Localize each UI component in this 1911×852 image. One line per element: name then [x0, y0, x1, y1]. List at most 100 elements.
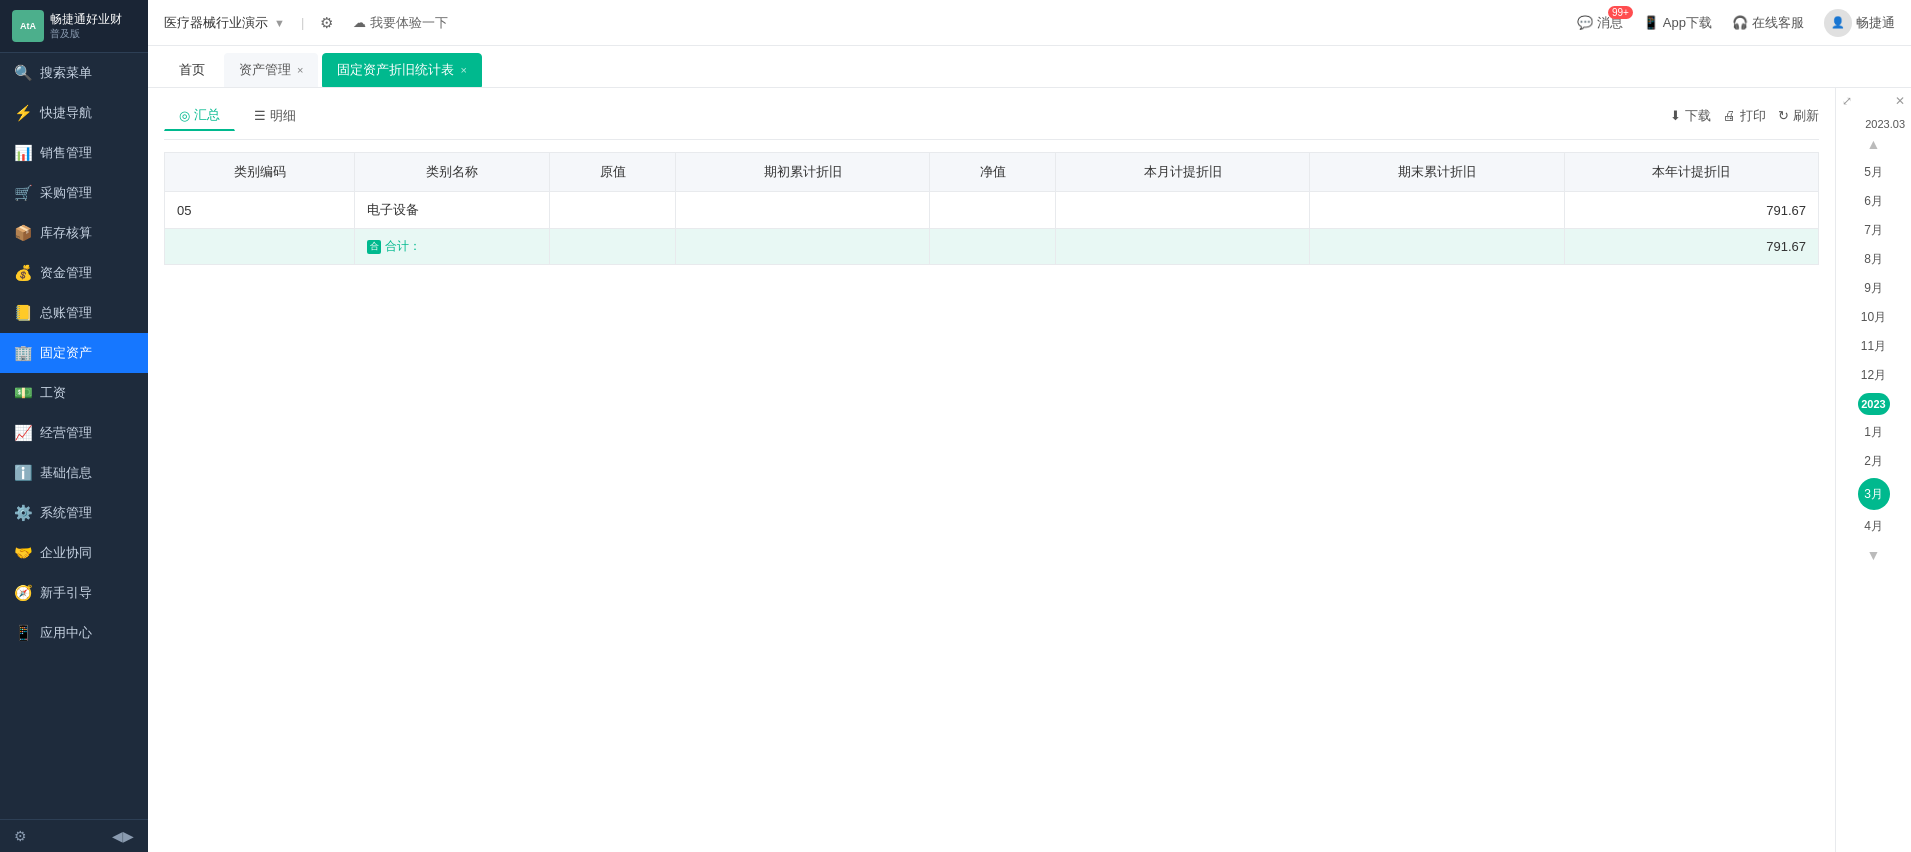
sidebar-item-fund[interactable]: 💰 资金管理 — [0, 253, 148, 293]
sales-icon: 📊 — [14, 144, 32, 162]
sidebar-label-purchase: 采购管理 — [40, 184, 92, 202]
row-monthly-depr — [1056, 192, 1310, 229]
sidebar-logo: AtA 畅捷通好业财 普及版 — [0, 0, 148, 53]
sidebar-label-guide: 新手引导 — [40, 584, 92, 602]
subtab-summary[interactable]: ◎ 汇总 — [164, 100, 235, 131]
sidebar-item-sales[interactable]: 📊 销售管理 — [0, 133, 148, 173]
settings-bottom-icon[interactable]: ⚙ — [14, 828, 27, 844]
sidebar-item-appcenter[interactable]: 📱 应用中心 — [0, 613, 148, 653]
report-area: ◎ 汇总 ☰ 明细 ⬇ 下载 🖨 打印 — [148, 88, 1835, 852]
date-month-7[interactable]: 7月 — [1864, 216, 1883, 245]
sidebar-label-quicknav: 快捷导航 — [40, 104, 92, 122]
quicknav-icon: ⚡ — [14, 104, 32, 122]
download-btn[interactable]: 📱 App下载 — [1643, 14, 1712, 32]
date-month-8[interactable]: 8月 — [1864, 245, 1883, 274]
tab-assetmgmt[interactable]: 资产管理 × — [224, 53, 318, 87]
sidebar-item-enterprise[interactable]: 🤝 企业协同 — [0, 533, 148, 573]
sidebar-item-search[interactable]: 🔍 搜索菜单 — [0, 53, 148, 93]
sidebar: AtA 畅捷通好业财 普及版 🔍 搜索菜单 ⚡ 快捷导航 📊 销售管理 🛒 采购… — [0, 0, 148, 852]
message-btn[interactable]: 💬 消息 99+ — [1577, 14, 1623, 32]
subtotal-label-text: 合计： — [385, 238, 421, 255]
sysmanage-icon: ⚙️ — [14, 504, 32, 522]
sidebar-item-purchase[interactable]: 🛒 采购管理 — [0, 173, 148, 213]
sidebar-item-inventory[interactable]: 📦 库存核算 — [0, 213, 148, 253]
summary-icon: ◎ — [179, 108, 190, 123]
sidebar-item-basicinfo[interactable]: ℹ️ 基础信息 — [0, 453, 148, 493]
sidebar-item-payroll[interactable]: 💵 工资 — [0, 373, 148, 413]
date-month-4[interactable]: 4月 — [1864, 512, 1883, 541]
sidebar-label-operations: 经营管理 — [40, 424, 92, 442]
sidebar-item-quicknav[interactable]: ⚡ 快捷导航 — [0, 93, 148, 133]
sidebar-label-inventory: 库存核算 — [40, 224, 92, 242]
col-header-opening-depr: 期初累计折旧 — [675, 153, 929, 192]
col-header-original: 原值 — [550, 153, 676, 192]
topbar: 医疗器械行业演示 ▼ | ⚙ ☁ 我要体验一下 💬 消息 99+ 📱 App下载… — [148, 0, 1911, 46]
sidebar-item-sysmanage[interactable]: ⚙️ 系统管理 — [0, 493, 148, 533]
row-ending-depr — [1310, 192, 1564, 229]
purchase-icon: 🛒 — [14, 184, 32, 202]
date-month-5[interactable]: 5月 — [1864, 158, 1883, 187]
logo-title: 畅捷通好业财 — [50, 11, 122, 28]
date-month-2[interactable]: 2月 — [1864, 447, 1883, 476]
sub-tabs-bar: ◎ 汇总 ☰ 明细 ⬇ 下载 🖨 打印 — [164, 100, 1819, 140]
download-action-icon: ⬇ — [1670, 108, 1681, 123]
inventory-icon: 📦 — [14, 224, 32, 242]
sidebar-label-fund: 资金管理 — [40, 264, 92, 282]
fixedasset-icon: 🏢 — [14, 344, 32, 362]
ledger-icon: 📒 — [14, 304, 32, 322]
tabs-bar: 首页 资产管理 × 固定资产折旧统计表 × — [148, 46, 1911, 88]
col-header-code: 类别编码 — [165, 153, 355, 192]
sidebar-item-guide[interactable]: 🧭 新手引导 — [0, 573, 148, 613]
content-area: ◎ 汇总 ☰ 明细 ⬇ 下载 🖨 打印 — [148, 88, 1911, 852]
sidebar-label-ledger: 总账管理 — [40, 304, 92, 322]
col-header-netvalue: 净值 — [930, 153, 1056, 192]
refresh-btn[interactable]: ↻ 刷新 — [1778, 107, 1819, 125]
row-code: 05 — [165, 192, 355, 229]
subtotal-opening-depr — [675, 229, 929, 265]
row-name: 电子设备 — [355, 192, 550, 229]
subtab-detail[interactable]: ☰ 明细 — [239, 100, 311, 131]
tab-depreciation[interactable]: 固定资产折旧统计表 × — [322, 53, 481, 87]
tab-home[interactable]: 首页 — [164, 53, 220, 87]
date-panel-close-icon[interactable]: ✕ — [1895, 94, 1905, 108]
tab-assetmgmt-close[interactable]: × — [297, 64, 303, 76]
print-btn[interactable]: 🖨 打印 — [1723, 107, 1766, 125]
company-selector[interactable]: 医疗器械行业演示 ▼ — [164, 14, 285, 32]
experience-btn[interactable]: ☁ 我要体验一下 — [353, 14, 448, 32]
logo-icon: AtA — [12, 10, 44, 42]
subtotal-code — [165, 229, 355, 265]
subtotal-label-cell: 合 合计： — [355, 229, 550, 265]
subtab-summary-label: 汇总 — [194, 106, 220, 124]
subtotal-netvalue — [930, 229, 1056, 265]
sidebar-item-ledger[interactable]: 📒 总账管理 — [0, 293, 148, 333]
date-panel-expand-icon[interactable]: ⤢ — [1842, 94, 1852, 108]
date-month-9[interactable]: 9月 — [1864, 274, 1883, 303]
date-month-3-selected[interactable]: 3月 — [1858, 478, 1890, 510]
topbar-settings-icon[interactable]: ⚙ — [320, 14, 333, 32]
date-month-10[interactable]: 10月 — [1861, 303, 1886, 332]
download-btn[interactable]: ⬇ 下载 — [1670, 107, 1711, 125]
sidebar-menu: 🔍 搜索菜单 ⚡ 快捷导航 📊 销售管理 🛒 采购管理 📦 库存核算 💰 资金管… — [0, 53, 148, 819]
date-month-11[interactable]: 11月 — [1861, 332, 1886, 361]
subtotal-ending-depr — [1310, 229, 1564, 265]
service-btn[interactable]: 🎧 在线客服 — [1732, 14, 1804, 32]
sidebar-item-operations[interactable]: 📈 经营管理 — [0, 413, 148, 453]
sidebar-item-fixedasset[interactable]: 🏢 固定资产 — [0, 333, 148, 373]
sidebar-bottom: ⚙ ◀▶ — [0, 819, 148, 852]
date-month-12[interactable]: 12月 — [1861, 361, 1886, 390]
date-month-6[interactable]: 6月 — [1864, 187, 1883, 216]
subtab-detail-label: 明细 — [270, 107, 296, 125]
tab-depreciation-close[interactable]: × — [460, 64, 466, 76]
operations-icon: 📈 — [14, 424, 32, 442]
sidebar-label-basicinfo: 基础信息 — [40, 464, 92, 482]
col-header-ending-depr: 期末累计折旧 — [1310, 153, 1564, 192]
sidebar-label-enterprise: 企业协同 — [40, 544, 92, 562]
search-icon: 🔍 — [14, 64, 32, 82]
user-area[interactable]: 👤 畅捷通 — [1824, 9, 1895, 37]
collapse-icon[interactable]: ◀▶ — [112, 828, 134, 844]
col-header-annual-depr: 本年计提折旧 — [1564, 153, 1818, 192]
date-nav-down[interactable]: ▼ — [1867, 541, 1881, 569]
fund-icon: 💰 — [14, 264, 32, 282]
date-month-1[interactable]: 1月 — [1864, 418, 1883, 447]
date-nav-up[interactable]: ▲ — [1867, 130, 1881, 158]
